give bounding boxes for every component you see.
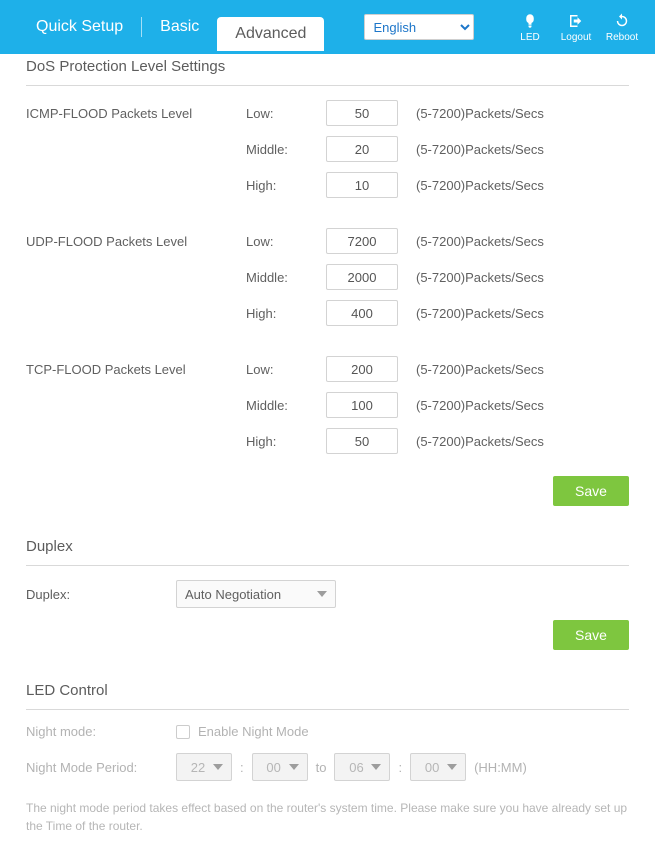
icmp-low-label: Low: (246, 106, 316, 121)
nav-advanced-label: Advanced (235, 25, 306, 43)
duplex-value: Auto Negotiation (185, 587, 317, 602)
reboot-action-label: Reboot (606, 32, 638, 43)
night-period-label: Night Mode Period: (26, 760, 176, 775)
udp-group-label: UDP-FLOOD Packets Level (26, 234, 236, 249)
icmp-high-hint: (5-7200)Packets/Secs (416, 178, 629, 193)
dos-grid: ICMP-FLOOD Packets Level Low: (5-7200)Pa… (26, 100, 629, 464)
udp-high-input[interactable] (326, 300, 398, 326)
night-mode-toggle[interactable]: Enable Night Mode (176, 724, 629, 739)
tcp-middle-label: Middle: (246, 398, 316, 413)
nav-quick-setup-label: Quick Setup (36, 18, 123, 36)
udp-middle-label: Middle: (246, 270, 316, 285)
top-bar: Quick Setup Basic Advanced English LED L… (0, 0, 655, 54)
nav-quick-setup[interactable]: Quick Setup (18, 12, 141, 42)
led-footnote: The night mode period takes effect based… (26, 799, 629, 835)
icmp-low-hint: (5-7200)Packets/Secs (416, 106, 629, 121)
chevron-down-icon (289, 764, 299, 770)
start-hour-value: 22 (185, 760, 213, 775)
end-hour-value: 06 (343, 760, 371, 775)
duplex-section-title: Duplex (26, 532, 629, 561)
icmp-middle-hint: (5-7200)Packets/Secs (416, 142, 629, 157)
tcp-middle-hint: (5-7200)Packets/Secs (416, 398, 629, 413)
night-mode-label: Night mode: (26, 724, 176, 739)
icmp-low-input[interactable] (326, 100, 398, 126)
checkbox-icon (176, 725, 190, 739)
tcp-middle-input[interactable] (326, 392, 398, 418)
logout-action[interactable]: Logout (553, 12, 599, 43)
led-action-label: LED (520, 32, 539, 43)
nav-advanced[interactable]: Advanced (217, 17, 324, 51)
duplex-label: Duplex: (26, 587, 176, 602)
chevron-down-icon (447, 764, 457, 770)
reboot-icon (613, 12, 631, 30)
udp-low-hint: (5-7200)Packets/Secs (416, 234, 629, 249)
colon-2: : (398, 760, 402, 775)
nav-basic[interactable]: Basic (142, 12, 217, 42)
dos-divider (26, 85, 629, 86)
tcp-low-input[interactable] (326, 356, 398, 382)
duplex-divider (26, 565, 629, 566)
icmp-group-label: ICMP-FLOOD Packets Level (26, 106, 236, 121)
led-icon (521, 12, 539, 30)
udp-middle-input[interactable] (326, 264, 398, 290)
icmp-middle-label: Middle: (246, 142, 316, 157)
udp-low-input[interactable] (326, 228, 398, 254)
hhmm-label: (HH:MM) (474, 760, 527, 775)
night-mode-enable-label: Enable Night Mode (198, 724, 309, 739)
duplex-select[interactable]: Auto Negotiation (176, 580, 336, 608)
language-select[interactable]: English (364, 14, 474, 40)
duplex-row: Duplex: Auto Negotiation (26, 580, 629, 608)
chevron-down-icon (213, 764, 223, 770)
tcp-low-hint: (5-7200)Packets/Secs (416, 362, 629, 377)
led-action[interactable]: LED (507, 12, 553, 43)
duplex-save-button[interactable]: Save (553, 620, 629, 650)
tcp-group-label: TCP-FLOOD Packets Level (26, 362, 236, 377)
tcp-high-input[interactable] (326, 428, 398, 454)
top-actions: LED Logout Reboot (507, 12, 655, 43)
tcp-low-label: Low: (246, 362, 316, 377)
dos-section-title: DoS Protection Level Settings (26, 54, 629, 81)
dos-save-button[interactable]: Save (553, 476, 629, 506)
udp-high-label: High: (246, 306, 316, 321)
to-label: to (316, 760, 327, 775)
tcp-high-label: High: (246, 434, 316, 449)
logout-icon (567, 12, 585, 30)
end-min-value: 00 (419, 760, 447, 775)
led-section-title: LED Control (26, 676, 629, 705)
chevron-down-icon (317, 591, 327, 597)
udp-low-label: Low: (246, 234, 316, 249)
led-divider (26, 709, 629, 710)
start-min-value: 00 (261, 760, 289, 775)
icmp-middle-input[interactable] (326, 136, 398, 162)
reboot-action[interactable]: Reboot (599, 12, 645, 43)
icmp-high-label: High: (246, 178, 316, 193)
logout-action-label: Logout (561, 32, 592, 43)
colon-1: : (240, 760, 244, 775)
udp-middle-hint: (5-7200)Packets/Secs (416, 270, 629, 285)
tcp-high-hint: (5-7200)Packets/Secs (416, 434, 629, 449)
udp-high-hint: (5-7200)Packets/Secs (416, 306, 629, 321)
nav-basic-label: Basic (160, 18, 199, 36)
chevron-down-icon (371, 764, 381, 770)
icmp-high-input[interactable] (326, 172, 398, 198)
